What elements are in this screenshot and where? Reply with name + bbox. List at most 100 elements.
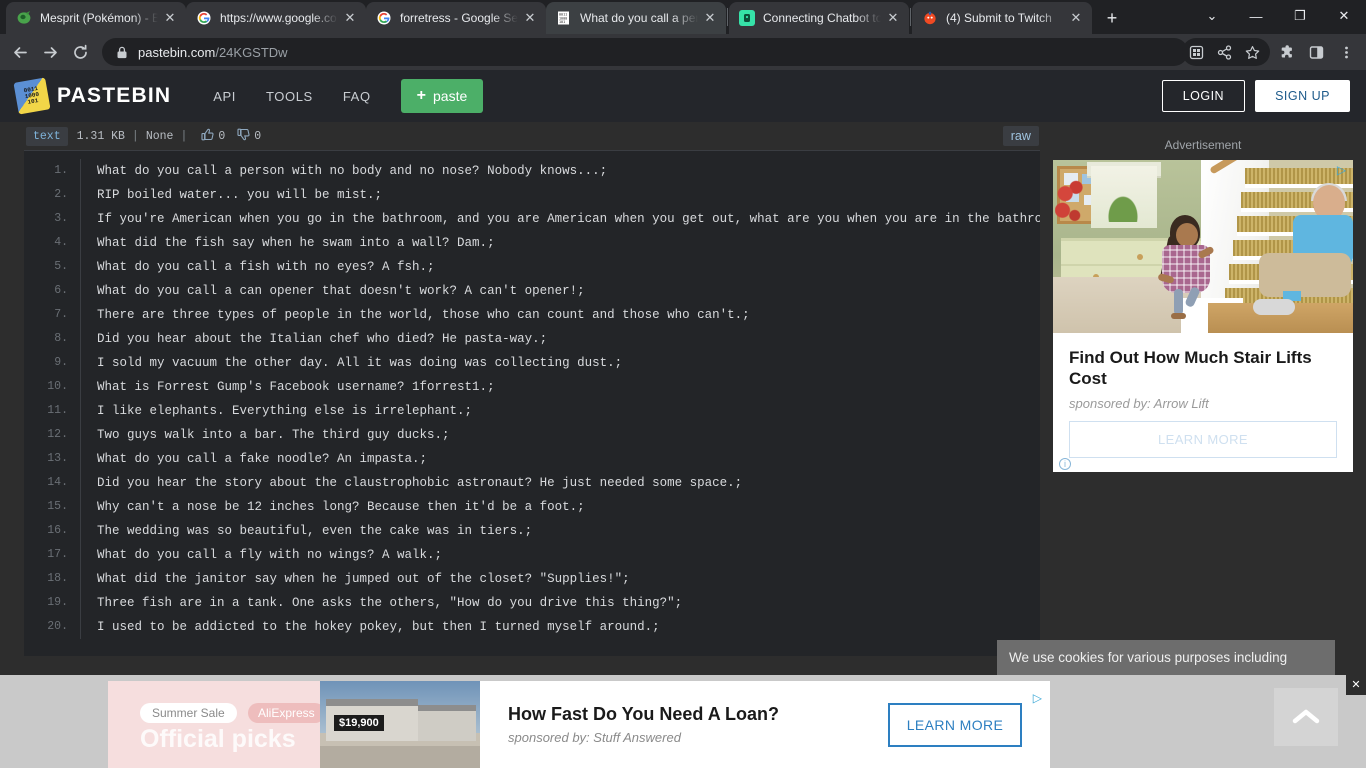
browser-tab-twitch[interactable]: (4) Submit to Twitch ✕ <box>912 2 1092 34</box>
new-tab-button[interactable]: + <box>1098 4 1126 32</box>
paste-syntax-type[interactable]: text <box>26 126 68 146</box>
close-window-button[interactable]: ✕ <box>1322 0 1366 32</box>
extensions-puzzle-icon[interactable] <box>1272 38 1300 66</box>
chatbot-favicon <box>739 10 755 26</box>
ad-info-icon[interactable]: i <box>1059 457 1071 470</box>
tab-divider <box>910 8 911 26</box>
tab-divider <box>727 8 728 26</box>
minimize-button[interactable]: — <box>1234 0 1278 32</box>
ad-learn-more-button[interactable]: LEARN MORE <box>888 702 1022 747</box>
tab-close-icon[interactable]: ✕ <box>885 10 901 26</box>
reload-button[interactable] <box>66 38 94 66</box>
loan-ad-panel[interactable]: $19,900 How Fast Do You Need A Loan? spo… <box>320 681 1050 768</box>
pastebin-nav: API TOOLS FAQ <box>213 89 370 104</box>
google-favicon <box>376 10 392 26</box>
nav-link-faq[interactable]: FAQ <box>343 89 371 104</box>
aliexpress-brand: AliExpress <box>248 703 320 723</box>
line-number: 17. <box>47 548 68 561</box>
line-number: 12. <box>47 428 68 441</box>
bottom-advertisement: Summer Sale AliExpress Official picks $1… <box>0 675 1366 768</box>
login-button[interactable]: LOGIN <box>1161 80 1246 112</box>
svg-text:101: 101 <box>559 20 565 24</box>
plus-icon: + <box>416 87 426 104</box>
paste-size: 1.31 KB <box>76 129 125 143</box>
tab-close-icon[interactable]: ✕ <box>702 10 718 26</box>
line-number: 13. <box>47 452 68 465</box>
pastebin-wordmark: PASTEBIN <box>57 84 172 107</box>
dislike-button[interactable]: 0 <box>237 128 261 145</box>
price-tag: $19,900 <box>334 715 384 731</box>
action-raw[interactable]: raw <box>1002 126 1039 146</box>
adchoices-icon[interactable]: ▷ <box>1033 691 1042 705</box>
tab-strip: Mesprit (Pokémon) - Bu ✕ https://www.goo… <box>0 0 1366 34</box>
nav-link-api[interactable]: API <box>213 89 236 104</box>
tab-title: (4) Submit to Twitch <box>946 11 1052 25</box>
meta-separator: | <box>180 129 188 143</box>
browser-tab-google-url[interactable]: https://www.google.com ✕ <box>186 2 366 34</box>
ad-photo-homes: $19,900 <box>320 681 480 768</box>
tab-title: forretress - Google Sear <box>400 11 518 25</box>
line-number: 2. <box>54 188 68 201</box>
logo-line-3: 101 <box>27 97 39 106</box>
auth-buttons: LOGIN SIGN UP <box>1161 80 1350 112</box>
maximize-button[interactable]: ❐ <box>1278 0 1322 32</box>
adchoices-icon[interactable]: ▷ <box>1334 164 1349 177</box>
tab-title: What do you call a pers <box>580 11 698 25</box>
lock-icon <box>116 46 128 59</box>
ad-close-button[interactable]: ✕ <box>1346 675 1366 695</box>
new-paste-button[interactable]: + paste <box>400 79 484 113</box>
browser-tab-forretress[interactable]: forretress - Google Sear ✕ <box>366 2 546 34</box>
browser-tab-mesprit[interactable]: Mesprit (Pokémon) - Bu ✕ <box>6 2 186 34</box>
line-number: 10. <box>47 380 68 393</box>
tab-close-icon[interactable]: ✕ <box>1068 10 1084 26</box>
browser-tab-chatbot[interactable]: Connecting Chatbot to ✕ <box>729 2 909 34</box>
signup-button[interactable]: SIGN UP <box>1255 80 1350 112</box>
chrome-menu-icon[interactable] <box>1332 38 1360 66</box>
tab-title: https://www.google.com <box>220 11 338 25</box>
line-number: 9. <box>54 356 68 369</box>
ad-headline: How Fast Do You Need A Loan? <box>508 704 780 724</box>
browser-toolbar: pastebin.com/24KGSTDw <box>0 34 1366 70</box>
google-favicon <box>196 10 212 26</box>
back-button[interactable] <box>6 38 34 66</box>
aliexpress-headline: Official picks <box>140 725 296 753</box>
browser-tab-pastebin-active[interactable]: 0011 1000 101 What do you call a pers ✕ <box>546 2 726 34</box>
pastebin-favicon: 0011 1000 101 <box>556 10 572 26</box>
tab-close-icon[interactable]: ✕ <box>522 10 538 26</box>
line-number: 6. <box>54 284 68 297</box>
thumb-down-icon <box>237 128 250 145</box>
dislike-count: 0 <box>254 129 262 143</box>
ad-learn-more-button[interactable]: LEARN MORE <box>1069 420 1337 458</box>
tab-search-icon[interactable]: ⌄ <box>1190 0 1234 32</box>
ad-card[interactable]: ♥ <box>1053 160 1353 472</box>
forward-button[interactable] <box>36 38 64 66</box>
twitch-favicon <box>922 10 938 26</box>
ad-text-block: How Fast Do You Need A Loan? sponsored b… <box>480 704 888 745</box>
line-number: 5. <box>54 260 68 273</box>
tab-close-icon[interactable]: ✕ <box>162 10 178 26</box>
share-icon[interactable] <box>1210 38 1238 66</box>
qr-code-icon[interactable] <box>1182 38 1210 66</box>
scroll-to-top-button[interactable] <box>1274 688 1338 746</box>
aliexpress-ad-panel[interactable]: Summer Sale AliExpress Official picks <box>0 681 320 768</box>
line-number: 8. <box>54 332 68 345</box>
page-content: 0011 1000 101 PASTEBIN API TOOLS FAQ + p… <box>0 70 1366 768</box>
pastebin-logo[interactable]: 0011 1000 101 PASTEBIN <box>13 77 172 115</box>
window-controls: ⌄ — ❐ ✕ <box>1190 0 1366 32</box>
paste-expire: None <box>145 129 174 143</box>
tab-close-icon[interactable]: ✕ <box>342 10 358 26</box>
tab-title: Mesprit (Pokémon) - Bu <box>40 11 158 25</box>
nav-link-tools[interactable]: TOOLS <box>266 89 313 104</box>
address-bar[interactable]: pastebin.com/24KGSTDw <box>102 38 1188 66</box>
meta-separator: | <box>131 129 139 143</box>
side-panel-icon[interactable] <box>1302 38 1330 66</box>
paste-button-label: paste <box>433 88 468 104</box>
line-number: 19. <box>47 596 68 609</box>
pokemon-favicon <box>16 10 32 26</box>
pastebin-header: 0011 1000 101 PASTEBIN API TOOLS FAQ + p… <box>0 70 1366 122</box>
thumb-up-icon <box>201 128 214 145</box>
bookmark-star-icon[interactable] <box>1238 38 1266 66</box>
like-button[interactable]: 0 <box>201 128 225 145</box>
line-number: 15. <box>47 500 68 513</box>
line-number: 18. <box>47 572 68 585</box>
